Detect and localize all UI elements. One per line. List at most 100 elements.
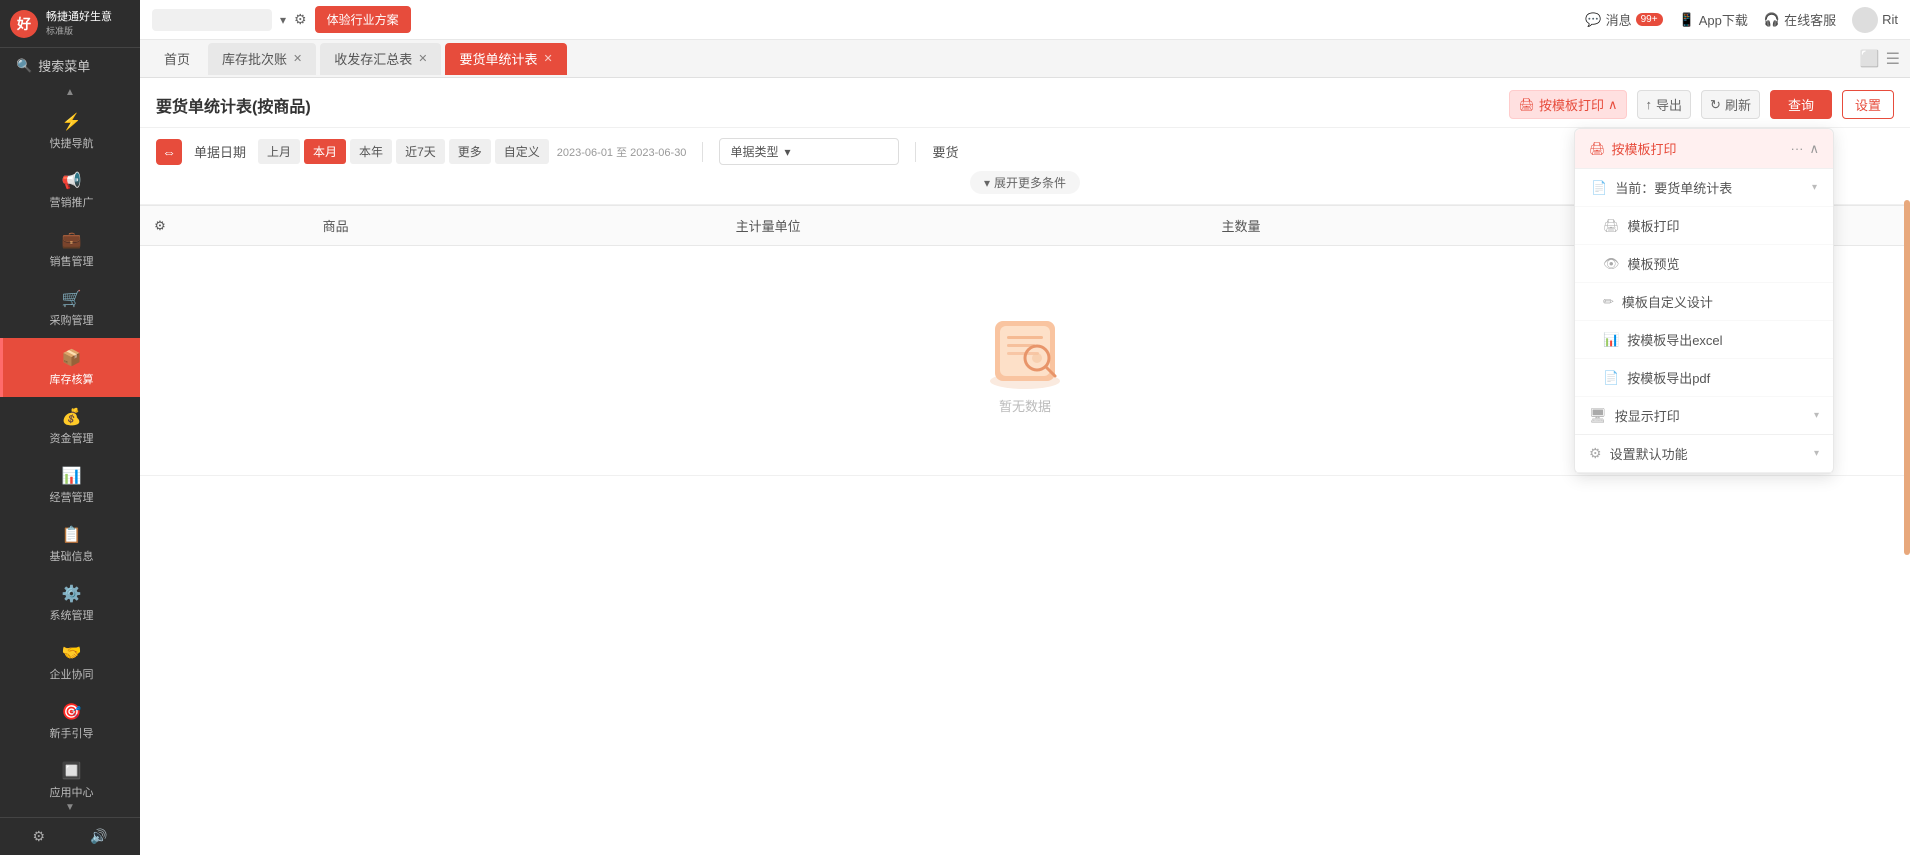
sidebar-item-basic[interactable]: 📋 基础信息 (0, 515, 140, 574)
dropdown-export-pdf[interactable]: 📄 按模板导出pdf (1575, 359, 1833, 397)
query-btn[interactable]: 查询 (1770, 90, 1832, 119)
sidebar-label-purchase: 采购管理 (50, 312, 94, 328)
sidebar: 好 畅捷通好生意 标准版 🔍 搜索菜单 ▲ ⚡ 快捷导航 📢 营销推广 💼 销售… (0, 0, 140, 855)
sidebar-scroll-up[interactable]: ▲ (0, 83, 140, 102)
sidebar-label-newguide: 新手引导 (50, 725, 94, 741)
app-logo: 好 畅捷通好生意 标准版 (0, 0, 140, 48)
sidebar-item-inventory[interactable]: 📦 库存核算 (0, 338, 140, 397)
sidebar-scroll-down[interactable]: ▼ (0, 798, 140, 817)
dropdown-more-icon: ··· (1790, 141, 1803, 156)
current-month-btn[interactable]: 本月 (304, 139, 346, 164)
expand-more-btn[interactable]: ▾ 展开更多条件 (970, 171, 1080, 194)
user-avatar (1852, 7, 1878, 33)
current-item-icon: 📄 (1591, 180, 1607, 196)
dropdown-header: 🖨 按模板打印 ··· ∧ (1575, 129, 1833, 169)
date-range-text: 2023-06-01 至 2023-06-30 (557, 144, 687, 160)
table-gear-icon[interactable]: ⚙ (154, 218, 166, 233)
sidebar-label-enterprise: 企业协同 (50, 666, 94, 682)
custom-date-btn[interactable]: 自定义 (495, 139, 549, 164)
print-template-btn[interactable]: 🖨 按模板打印 ∧ (1509, 90, 1626, 119)
tab-home[interactable]: 首页 (150, 43, 204, 75)
tab-order-stat-label: 要货单统计表 (459, 49, 537, 68)
filter-expand-icon[interactable]: ⇔ (156, 139, 182, 165)
trial-btn[interactable]: 体验行业方案 (315, 6, 411, 33)
dropdown-preview-template[interactable]: 👁 模板预览 (1575, 245, 1833, 283)
set-default-icon: ⚙ (1589, 445, 1602, 462)
export-excel-icon: 📊 (1603, 332, 1619, 348)
current-year-btn[interactable]: 本年 (350, 139, 392, 164)
sidebar-item-finance[interactable]: 💰 资金管理 (0, 397, 140, 456)
tab-receivable-summary-close[interactable]: ✕ (418, 52, 427, 65)
app-download-btn[interactable]: 📱 App下载 (1679, 10, 1748, 29)
more-date-btn[interactable]: 更多 (449, 139, 491, 164)
dropdown-close-icon[interactable]: ∧ (1809, 141, 1819, 157)
tab-inventory-batch-label: 库存批次账 (222, 49, 287, 68)
newguide-icon: 🎯 (62, 702, 82, 722)
prev-month-btn[interactable]: 上月 (258, 139, 300, 164)
online-service-btn[interactable]: 🎧 在线客服 (1764, 10, 1836, 29)
sidebar-label-operation: 经营管理 (50, 489, 94, 505)
refresh-icon: ↻ (1710, 97, 1721, 113)
tab-receivable-summary[interactable]: 收发存汇总表 ✕ (320, 43, 441, 75)
print-template-item-icon: 🖨 (1603, 218, 1620, 234)
top-search-input[interactable] (152, 9, 272, 31)
finance-icon: 💰 (62, 407, 82, 427)
messages-btn[interactable]: 💬 消息 99+ (1585, 10, 1662, 29)
dropdown-custom-design[interactable]: ✏ 模板自定义设计 (1575, 283, 1833, 321)
sidebar-item-newguide[interactable]: 🎯 新手引导 (0, 692, 140, 751)
sidebar-item-marketing[interactable]: 📢 营销推广 (0, 161, 140, 220)
app-badge: 标准版 (46, 24, 112, 37)
settings-btn[interactable]: 设置 (1842, 90, 1894, 119)
user-avatar-area[interactable]: Rit (1852, 7, 1898, 33)
resize-handle[interactable] (1904, 200, 1910, 555)
print-template-item-label: 模板打印 (1628, 216, 1680, 235)
search-dropdown-arrow[interactable]: ▾ (280, 13, 286, 27)
settings-btn[interactable]: ⚙ (33, 828, 46, 845)
app-name: 畅捷通好生意 (46, 10, 112, 24)
export-pdf-label: 按模板导出pdf (1627, 368, 1710, 387)
yh-label: 要货 (932, 142, 958, 161)
col-gear[interactable]: ⚙ (140, 206, 180, 246)
messages-label: 消息 (1606, 10, 1632, 29)
dropdown-header-left: 🖨 按模板打印 (1589, 139, 1677, 158)
order-type-select[interactable]: 单据类型 ▾ (719, 138, 899, 165)
dropdown-export-excel[interactable]: 📊 按模板导出excel (1575, 321, 1833, 359)
search-icon: 🔍 (16, 58, 32, 74)
sidebar-item-system[interactable]: ⚙️ 系统管理 (0, 574, 140, 633)
sidebar-item-apps[interactable]: 🔲 应用中心 (0, 751, 140, 798)
volume-btn[interactable]: 🔊 (90, 828, 107, 845)
expand-arrows-icon: ⇔ (162, 144, 176, 160)
last-7days-btn[interactable]: 近7天 (396, 139, 445, 164)
search-menu-btn[interactable]: 🔍 搜索菜单 (0, 48, 140, 83)
top-bar-left: ▾ ⚙ 体验行业方案 (152, 6, 411, 33)
tab-more-icon[interactable]: ☰ (1886, 49, 1900, 69)
sidebar-label-system: 系统管理 (50, 607, 94, 623)
top-gear-icon[interactable]: ⚙ (294, 11, 307, 28)
dropdown-set-default[interactable]: ⚙ 设置默认功能 ▾ (1575, 435, 1833, 473)
sidebar-item-operation[interactable]: 📊 经营管理 (0, 456, 140, 515)
maximize-icon[interactable]: ⬜ (1860, 49, 1880, 69)
tab-inventory-batch-close[interactable]: ✕ (293, 52, 302, 65)
export-btn[interactable]: ↑ 导出 (1637, 90, 1692, 119)
dropdown-print-template[interactable]: 🖨 模板打印 (1575, 207, 1833, 245)
enterprise-icon: 🤝 (62, 643, 82, 663)
print-dropdown-menu: 🖨 按模板打印 ··· ∧ 📄 当前：要货单统计表 (1574, 128, 1834, 474)
print-chevron-up: ∧ (1608, 97, 1618, 113)
tab-order-stat[interactable]: 要货单统计表 ✕ (445, 43, 566, 75)
tab-inventory-batch[interactable]: 库存批次账 ✕ (208, 43, 316, 75)
set-default-left: ⚙ 设置默认功能 (1589, 444, 1688, 463)
sidebar-item-sales[interactable]: 💼 销售管理 (0, 220, 140, 279)
messages-badge: 99+ (1636, 13, 1663, 26)
sidebar-item-purchase[interactable]: 🛒 采购管理 (0, 279, 140, 338)
dropdown-display-print[interactable]: 🖥 按显示打印 ▾ (1575, 397, 1833, 435)
display-print-left: 🖥 按显示打印 (1589, 406, 1680, 425)
dropdown-close-area[interactable]: ··· ∧ (1790, 141, 1819, 157)
refresh-btn[interactable]: ↻ 刷新 (1701, 90, 1760, 119)
tab-order-stat-close[interactable]: ✕ (544, 52, 553, 65)
dropdown-current-item[interactable]: 📄 当前：要货单统计表 ▾ (1575, 169, 1833, 207)
sidebar-item-quick-nav[interactable]: ⚡ 快捷导航 (0, 102, 140, 161)
tab-receivable-summary-label: 收发存汇总表 (334, 49, 412, 68)
sales-icon: 💼 (62, 230, 82, 250)
sidebar-item-enterprise[interactable]: 🤝 企业协同 (0, 633, 140, 692)
tabs-bar: 首页 库存批次账 ✕ 收发存汇总表 ✕ 要货单统计表 ✕ ⬜ ☰ (140, 40, 1910, 78)
